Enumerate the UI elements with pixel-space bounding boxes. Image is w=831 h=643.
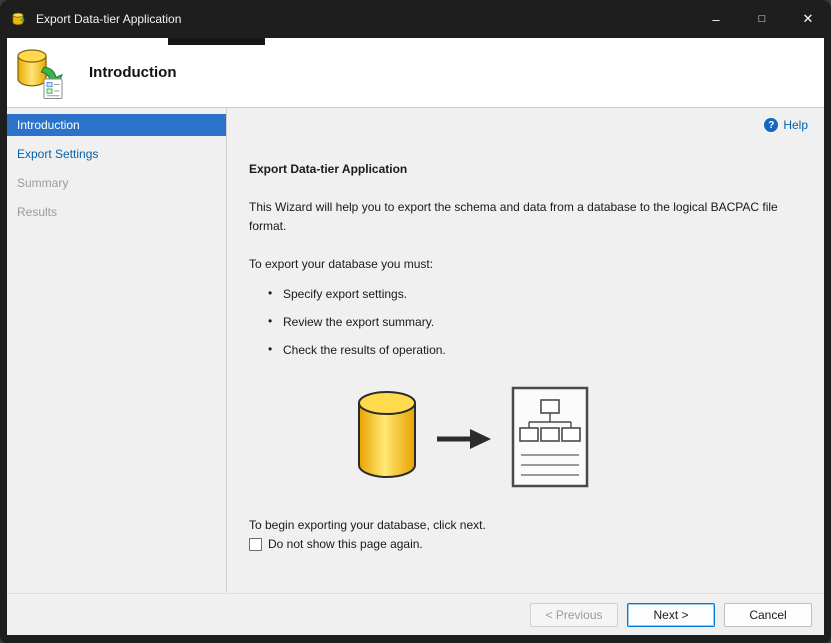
export-illustration [345,381,808,496]
background-window-fragment [168,38,265,45]
sidebar-item-results: Results [17,205,58,219]
content-row: Introduction Export Settings Summary Res… [7,108,824,593]
begin-note: To begin exporting your database, click … [249,518,486,533]
minimize-button[interactable]: – [693,0,739,38]
cancel-button[interactable]: Cancel [724,602,812,627]
next-button[interactable]: Next > [627,602,715,627]
dont-show-label: Do not show this page again. [268,537,423,552]
titlebar: Export Data-tier Application – □ ✕ [0,0,831,38]
window-frame: Export Data-tier Application – □ ✕ Intro… [0,0,831,643]
help-icon: ? [764,118,779,132]
help-label: Help [783,118,808,132]
bacpac-file-icon [511,386,589,488]
bullet-item: Review the export summary. [268,314,808,329]
sidebar-nav: Introduction Export Settings Summary Res… [7,108,227,593]
window-controls: – □ ✕ [693,0,831,38]
requirements-list: Specify export settings. Review the expo… [249,286,808,357]
help-link[interactable]: ? Help [764,118,808,132]
help-row: ? Help [249,116,808,134]
dialog-body: Introduction Introduction Export Setting… [7,38,824,635]
sidebar-item-summary: Summary [17,176,69,190]
close-button[interactable]: ✕ [785,0,831,38]
dont-show-row: Do not show this page again. [249,537,808,551]
export-data-tier-icon [15,46,67,100]
wizard-header: Introduction [7,38,824,108]
window-title: Export Data-tier Application [36,12,182,26]
main-panel: ? Help Export Data-tier Application This… [227,108,824,593]
intro-paragraph: This Wizard will help you to export the … [249,200,778,233]
database-icon [358,391,416,479]
maximize-button[interactable]: □ [739,0,785,38]
arrow-icon [437,429,491,450]
dont-show-checkbox[interactable] [249,537,262,551]
requirements-label: To export your database you must: [249,257,434,272]
app-icon [11,11,27,27]
content-heading: Export Data-tier Application [249,162,408,176]
page-title: Introduction [89,64,177,81]
footer: < Previous Next > Cancel [7,593,824,635]
sidebar-item-introduction[interactable]: Introduction [7,114,226,136]
bullet-item: Check the results of operation. [268,342,808,357]
sidebar-item-export-settings[interactable]: Export Settings [7,143,226,165]
bullet-item: Specify export settings. [268,286,808,301]
previous-button: < Previous [530,602,618,627]
